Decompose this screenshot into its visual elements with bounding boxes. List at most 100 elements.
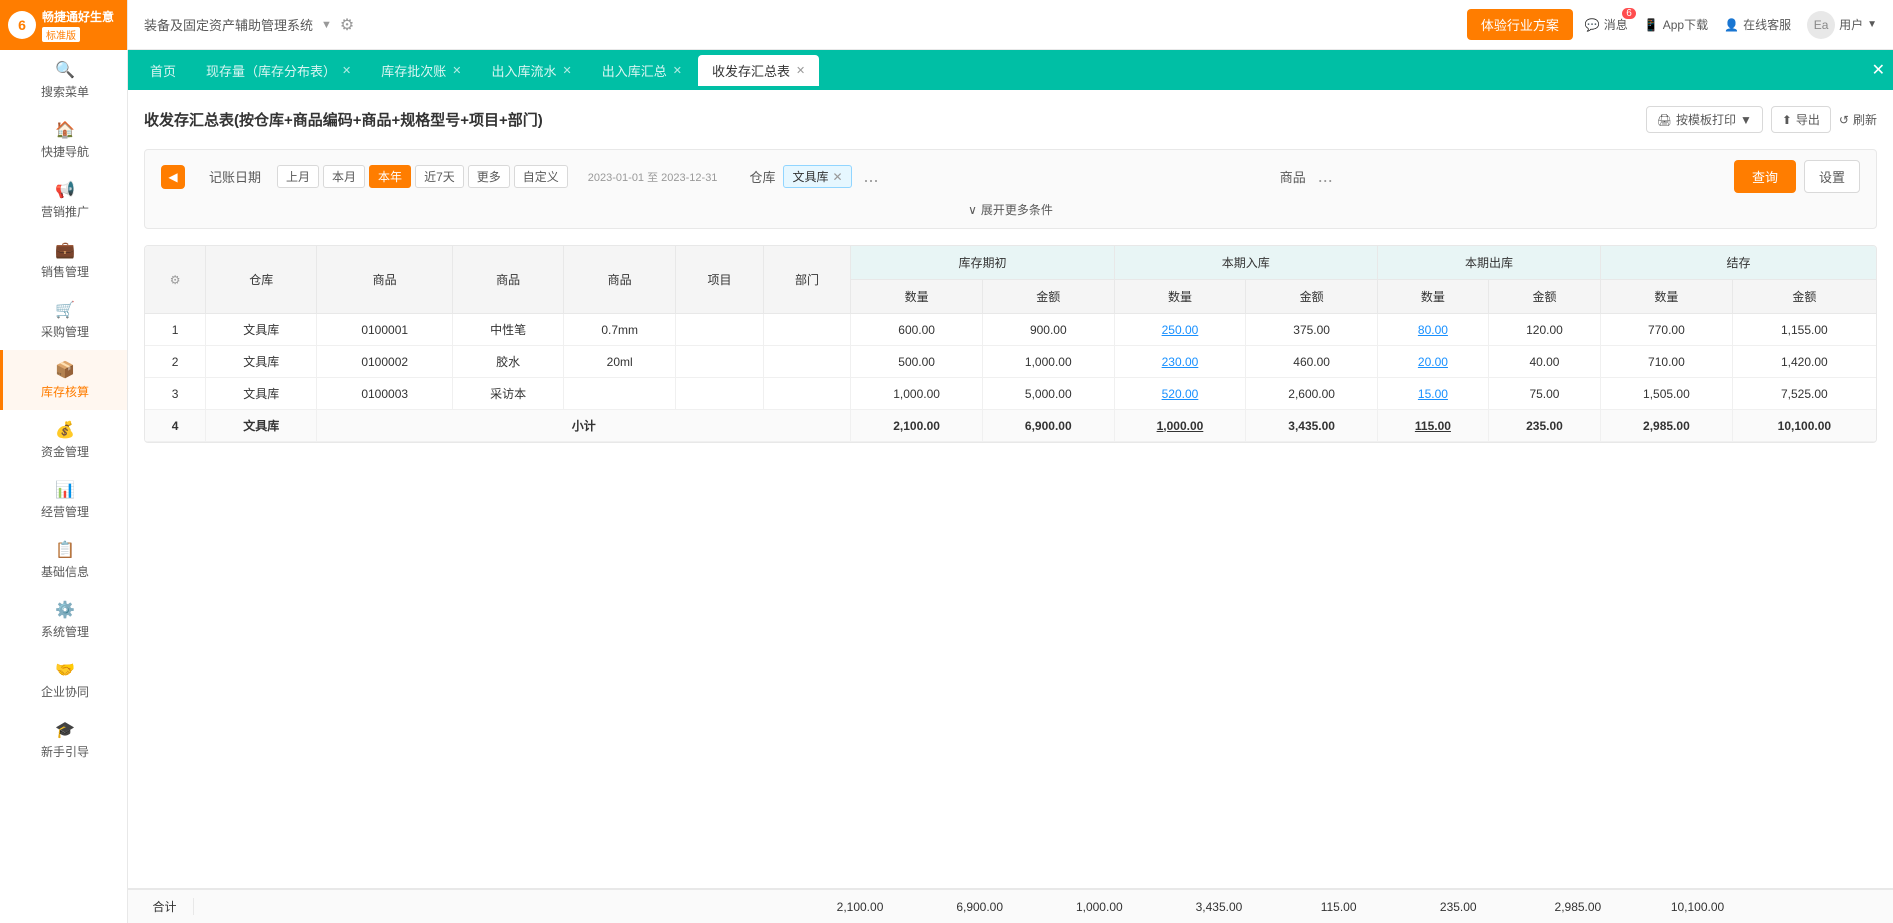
row-out-amt: 40.00 [1488, 346, 1600, 378]
th-code: 商品 [317, 246, 453, 314]
th-opening-group: 库存期初 [851, 246, 1114, 280]
phone-icon: 📱 [1644, 18, 1659, 32]
query-button[interactable]: 查询 [1734, 160, 1796, 193]
settings-icon[interactable]: ⚙ [340, 15, 354, 35]
th-closing-group: 结存 [1601, 246, 1876, 280]
date-btn-this-month[interactable]: 本月 [323, 165, 365, 188]
print-dropdown-icon: ▼ [1740, 113, 1752, 127]
filter-collapse-button[interactable]: ◀ [161, 165, 185, 189]
th-project: 项目 [676, 246, 764, 314]
tab-recv-send-summary[interactable]: 收发存汇总表 ✕ [698, 55, 819, 86]
sidebar-item-finance[interactable]: 💰 资金管理 [0, 410, 127, 470]
date-btn-more[interactable]: 更多 [468, 165, 510, 188]
table-header-row-1: ⚙ 仓库 商品 商品 商品 项目 部门 库存期初 本期入库 本期出库 结存 [145, 246, 1876, 280]
home-icon: 🏠 [55, 120, 75, 140]
total-close-amt: 10,100.00 [1638, 900, 1758, 914]
row-in-qty[interactable]: 250.00 [1114, 314, 1246, 346]
th-settings[interactable]: ⚙ [145, 246, 206, 314]
top-header: 装备及固定资产辅助管理系统 ▼ ⚙ 体验行业方案 💬 消息 6 📱 App下载 … [128, 0, 1893, 50]
sidebar-item-basic[interactable]: 📋 基础信息 [0, 530, 127, 590]
message-icon: 💬 [1585, 18, 1600, 32]
date-range-display: 2023-01-01 至 2023-12-31 [588, 169, 718, 185]
sidebar-item-purchase[interactable]: 🛒 采购管理 [0, 290, 127, 350]
sidebar-item-quick-nav[interactable]: 🏠 快捷导航 [0, 110, 127, 170]
page-title-row: 收发存汇总表(按仓库+商品编码+商品+规格型号+项目+部门) 🖨 按模板打印 ▼… [144, 106, 1877, 133]
row-in-qty: 1,000.00 [1114, 410, 1246, 442]
row-dept [763, 346, 851, 378]
tab-batch[interactable]: 库存批次账 ✕ [367, 55, 475, 86]
date-btn-custom[interactable]: 自定义 [514, 165, 568, 188]
tab-close-inout-summary[interactable]: ✕ [673, 64, 682, 77]
app-download-button[interactable]: 📱 App下载 [1644, 16, 1708, 33]
row-out-qty[interactable]: 15.00 [1377, 378, 1488, 410]
warehouse-more-dots[interactable]: ... [864, 166, 879, 187]
filter-warehouse-area: 仓库 文具库 ✕ ... [749, 165, 878, 188]
sidebar-item-search[interactable]: 🔍 搜索菜单 [0, 50, 127, 110]
row-in-amt: 375.00 [1246, 314, 1378, 346]
th-close-amt: 金额 [1732, 280, 1876, 314]
row-dept [763, 378, 851, 410]
sidebar-item-enterprise[interactable]: 🤝 企业协同 [0, 650, 127, 710]
user-button[interactable]: Ea 用户 ▼ [1807, 11, 1877, 39]
logo-text: 畅捷通好生意 标准版 [42, 8, 114, 42]
date-btn-this-year[interactable]: 本年 [369, 165, 411, 188]
row-code: 0100002 [317, 346, 453, 378]
sidebar-item-sales[interactable]: 💼 销售管理 [0, 230, 127, 290]
message-badge: 6 [1622, 8, 1636, 19]
sidebar-item-operations[interactable]: 📊 经营管理 [0, 470, 127, 530]
experience-button[interactable]: 体验行业方案 [1467, 9, 1573, 40]
table-settings-icon[interactable]: ⚙ [170, 273, 181, 287]
date-btn-last-month[interactable]: 上月 [277, 165, 319, 188]
inventory-icon: 📦 [55, 360, 75, 380]
date-btn-7days[interactable]: 近7天 [415, 165, 464, 188]
sidebar-item-newbie[interactable]: 🎓 新手引导 [0, 710, 127, 770]
tab-inout-summary[interactable]: 出入库汇总 ✕ [588, 55, 696, 86]
row-in-amt: 460.00 [1246, 346, 1378, 378]
tab-inout-flow[interactable]: 出入库流水 ✕ [477, 55, 585, 86]
header-actions: 💬 消息 6 📱 App下载 👤 在线客服 Ea 用户 ▼ [1585, 11, 1877, 39]
logo-icon: 6 [8, 11, 36, 39]
megaphone-icon: 📢 [55, 180, 75, 200]
tab-inventory-dist[interactable]: 现存量（库存分布表） ✕ [192, 55, 365, 86]
handshake-icon: 🤝 [55, 660, 75, 680]
sidebar-item-marketing[interactable]: 📢 营销推广 [0, 170, 127, 230]
row-warehouse: 文具库 [206, 346, 317, 378]
row-project [676, 314, 764, 346]
print-button[interactable]: 🖨 按模板打印 ▼ [1646, 106, 1763, 133]
row-out-qty[interactable]: 80.00 [1377, 314, 1488, 346]
row-name: 胶水 [453, 346, 564, 378]
th-inbound-group: 本期入库 [1114, 246, 1377, 280]
row-warehouse: 文具库 [206, 378, 317, 410]
row-project [676, 378, 764, 410]
row-in-qty[interactable]: 230.00 [1114, 346, 1246, 378]
goods-more-dots[interactable]: ... [1318, 166, 1333, 187]
row-close-amt: 10,100.00 [1732, 410, 1876, 442]
tab-close-inventory-dist[interactable]: ✕ [342, 64, 351, 77]
row-no: 1 [145, 314, 206, 346]
filter-expand-button[interactable]: ∨ 展开更多条件 [161, 201, 1860, 218]
warehouse-tag-close[interactable]: ✕ [832, 170, 842, 184]
refresh-button[interactable]: ↺ 刷新 [1839, 106, 1877, 133]
tab-home[interactable]: 首页 [136, 55, 190, 86]
export-button[interactable]: ⬆ 导出 [1771, 106, 1831, 133]
tab-close-recv-send-summary[interactable]: ✕ [796, 64, 805, 77]
online-service-button[interactable]: 👤 在线客服 [1724, 16, 1791, 33]
th-name: 商品 [453, 246, 564, 314]
row-in-qty[interactable]: 520.00 [1114, 378, 1246, 410]
total-values-grid: 2,100.00 6,900.00 1,000.00 3,435.00 115.… [202, 900, 1877, 914]
total-bar: 合计 2,100.00 6,900.00 1,000.00 3,435.00 1… [128, 888, 1893, 923]
filter-setting-button[interactable]: 设置 [1804, 160, 1860, 193]
row-code: 0100003 [317, 378, 453, 410]
tab-close-batch[interactable]: ✕ [452, 64, 461, 77]
row-no: 3 [145, 378, 206, 410]
dropdown-icon: ▼ [321, 19, 332, 31]
sidebar-item-inventory[interactable]: 📦 库存核算 [0, 350, 127, 410]
row-out-qty[interactable]: 20.00 [1377, 346, 1488, 378]
sidebar-item-system[interactable]: ⚙️ 系统管理 [0, 590, 127, 650]
row-in-amt: 3,435.00 [1246, 410, 1378, 442]
row-close-amt: 1,155.00 [1732, 314, 1876, 346]
tab-bar-close-button[interactable]: ✕ [1872, 60, 1885, 80]
tab-close-inout-flow[interactable]: ✕ [563, 64, 572, 77]
data-table: ⚙ 仓库 商品 商品 商品 项目 部门 库存期初 本期入库 本期出库 结存 数量 [145, 246, 1876, 442]
message-button[interactable]: 💬 消息 6 [1585, 16, 1628, 33]
